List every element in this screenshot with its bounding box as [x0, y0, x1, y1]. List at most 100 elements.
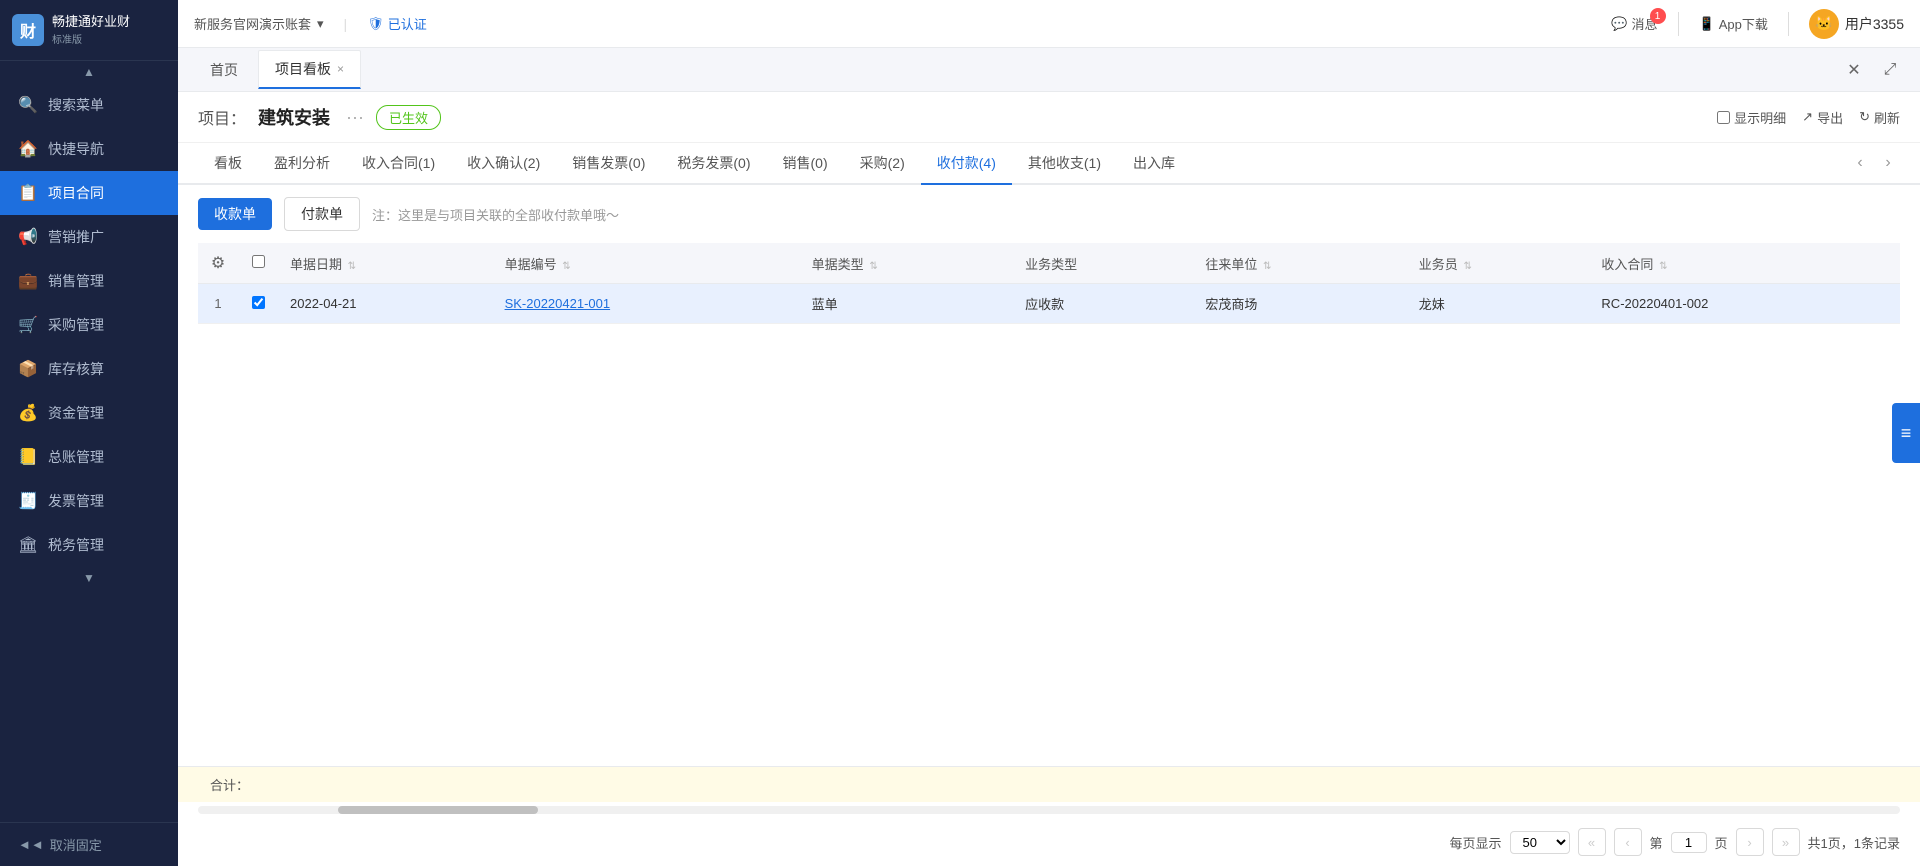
refresh-button[interactable]: ↻ 刷新: [1859, 108, 1900, 127]
tab-project-board[interactable]: 项目看板 ×: [258, 50, 361, 89]
tax-icon: 🏛: [18, 535, 38, 555]
marketing-icon: 📢: [18, 227, 38, 247]
subtab-income-confirm[interactable]: 收入确认(2): [451, 143, 556, 185]
first-page-button[interactable]: «: [1578, 828, 1606, 856]
sidebar-item-search[interactable]: 🔍 搜索菜单: [0, 83, 178, 127]
subtab-board[interactable]: 看板: [198, 143, 258, 185]
sidebar-item-label: 销售管理: [48, 271, 104, 291]
sort-salesperson-icon: ⇅: [1463, 261, 1471, 272]
sidebar-item-tax[interactable]: 🏛 税务管理: [0, 523, 178, 567]
row-index: 1: [198, 284, 238, 324]
cancel-pin-button[interactable]: ◄◄ 取消固定: [0, 822, 178, 866]
invoice-icon: 🧾: [18, 491, 38, 511]
account-selector[interactable]: 新服务官网演示账套 ▾: [194, 14, 324, 33]
per-page-select[interactable]: 50 100 200: [1510, 831, 1570, 854]
th-partner[interactable]: 往来单位 ⇅: [1193, 243, 1406, 284]
subtab-purchase[interactable]: 采购(2): [844, 143, 921, 185]
refresh-label: 刷新: [1874, 108, 1900, 127]
receipts-button[interactable]: 收款单: [198, 198, 272, 230]
app-download-button[interactable]: 📱 App下载: [1699, 14, 1768, 33]
topbar-sep-1: [1678, 12, 1679, 36]
topbar-divider-1: |: [344, 16, 348, 32]
row-number[interactable]: SK-20220421-001: [493, 284, 800, 324]
subtab-payment[interactable]: 收付款(4): [921, 143, 1012, 185]
th-date[interactable]: 单据日期 ⇅: [278, 243, 493, 284]
search-icon: 🔍: [18, 95, 38, 115]
row-biz-type: 应收款: [1013, 284, 1193, 324]
app-version: 标准版: [52, 31, 130, 46]
export-button[interactable]: ↗ 导出: [1802, 108, 1843, 127]
sidebar-logo: 财 畅捷通好业财 标准版: [0, 0, 178, 61]
scrollbar-track[interactable]: [198, 806, 1900, 814]
account-name: 新服务官网演示账套: [194, 14, 311, 33]
scrollbar-thumb[interactable]: [338, 806, 538, 814]
right-panel-button[interactable]: ≡: [1892, 403, 1920, 463]
th-number[interactable]: 单据编号 ⇅: [493, 243, 800, 284]
data-table: ⚙ 单据日期 ⇅ 单据编号 ⇅: [198, 243, 1900, 324]
summary-label: 合计：: [210, 778, 249, 793]
th-gear[interactable]: ⚙: [198, 243, 238, 284]
page-input[interactable]: [1671, 832, 1707, 853]
subtab-other[interactable]: 其他收支(1): [1012, 143, 1117, 185]
show-detail-checkbox[interactable]: [1717, 111, 1730, 124]
sidebar-item-label: 库存核算: [48, 359, 104, 379]
next-page-button[interactable]: ›: [1736, 828, 1764, 856]
payments-button[interactable]: 付款单: [284, 197, 360, 231]
last-page-button[interactable]: »: [1772, 828, 1800, 856]
app-download-label: App下载: [1719, 14, 1768, 33]
subtab-profit[interactable]: 盈利分析: [258, 143, 346, 185]
sidebar-item-label: 营销推广: [48, 227, 104, 247]
sidebar-scroll-up[interactable]: ▲: [0, 61, 178, 83]
sidebar-item-marketing[interactable]: 📢 营销推广: [0, 215, 178, 259]
th-contract[interactable]: 收入合同 ⇅: [1589, 243, 1900, 284]
table-wrap: ⚙ 单据日期 ⇅ 单据编号 ⇅: [178, 243, 1920, 766]
sidebar-item-label: 税务管理: [48, 535, 104, 555]
app-name: 畅捷通好业财: [52, 14, 130, 31]
sidebar-item-ledger[interactable]: 📒 总账管理: [0, 435, 178, 479]
sidebar-item-sales[interactable]: 💼 销售管理: [0, 259, 178, 303]
sidebar-item-label: 发票管理: [48, 491, 104, 511]
row-check[interactable]: [238, 284, 278, 324]
subtab-sales[interactable]: 销售(0): [767, 143, 844, 185]
sidebar-item-project[interactable]: 📋 项目合同: [0, 171, 178, 215]
subtab-inout[interactable]: 出入库: [1117, 143, 1191, 185]
project-actions: 显示明细 ↗ 导出 ↻ 刷新: [1717, 108, 1900, 127]
show-detail-toggle[interactable]: 显示明细: [1717, 108, 1786, 127]
cancel-pin-label: 取消固定: [50, 835, 102, 854]
user-menu[interactable]: 🐱 用户3355: [1809, 9, 1904, 39]
select-all-checkbox[interactable]: [252, 255, 265, 268]
row-checkbox[interactable]: [252, 296, 265, 309]
subtabs: 看板 盈利分析 收入合同(1) 收入确认(2) 销售发票(0) 税务发票(0): [178, 143, 1920, 185]
subtab-sales-invoice[interactable]: 销售发票(0): [556, 143, 661, 185]
ledger-icon: 📒: [18, 447, 38, 467]
message-button[interactable]: 💬 消息 1: [1611, 14, 1657, 33]
sidebar-scroll-down[interactable]: ▼: [0, 567, 178, 589]
export-icon: ↗: [1802, 109, 1813, 125]
sidebar-item-finance[interactable]: 💰 资金管理: [0, 391, 178, 435]
th-salesperson[interactable]: 业务员 ⇅: [1407, 243, 1590, 284]
subtab-tax-invoice[interactable]: 税务发票(0): [661, 143, 766, 185]
close-window-button[interactable]: ✕: [1840, 56, 1868, 84]
sidebar-item-invoice[interactable]: 🧾 发票管理: [0, 479, 178, 523]
subtab-prev-button[interactable]: ‹: [1848, 151, 1872, 175]
row-number-link[interactable]: SK-20220421-001: [505, 296, 611, 311]
prev-page-button[interactable]: ‹: [1614, 828, 1642, 856]
project-more-button[interactable]: ···: [346, 107, 364, 128]
th-type[interactable]: 单据类型 ⇅: [800, 243, 1013, 284]
page-suffix: 页: [1715, 833, 1728, 852]
subtab-next-button[interactable]: ›: [1876, 151, 1900, 175]
message-icon: 💬: [1611, 16, 1627, 32]
subtab-income-contract[interactable]: 收入合同(1): [346, 143, 451, 185]
table-row[interactable]: 1 2022-04-21 SK-20220421-001 蓝单 应收款 宏茂商场: [198, 284, 1900, 324]
tab-close-icon[interactable]: ×: [337, 62, 344, 76]
expand-window-button[interactable]: ⤢: [1876, 56, 1904, 84]
app-logo-icon: 财: [12, 14, 44, 46]
certified-badge: 🛡 已认证: [367, 14, 427, 33]
project-icon: 📋: [18, 183, 38, 203]
sidebar-item-quicknav[interactable]: 🏠 快捷导航: [0, 127, 178, 171]
sidebar-item-purchase[interactable]: 🛒 采购管理: [0, 303, 178, 347]
tab-home[interactable]: 首页: [194, 52, 254, 88]
avatar: 🐱: [1809, 9, 1839, 39]
sidebar-item-inventory[interactable]: 📦 库存核算: [0, 347, 178, 391]
sidebar-menu: ▲ 🔍 搜索菜单 🏠 快捷导航 📋 项目合同 📢 营销推广 💼 销售管理 🛒 采…: [0, 61, 178, 822]
